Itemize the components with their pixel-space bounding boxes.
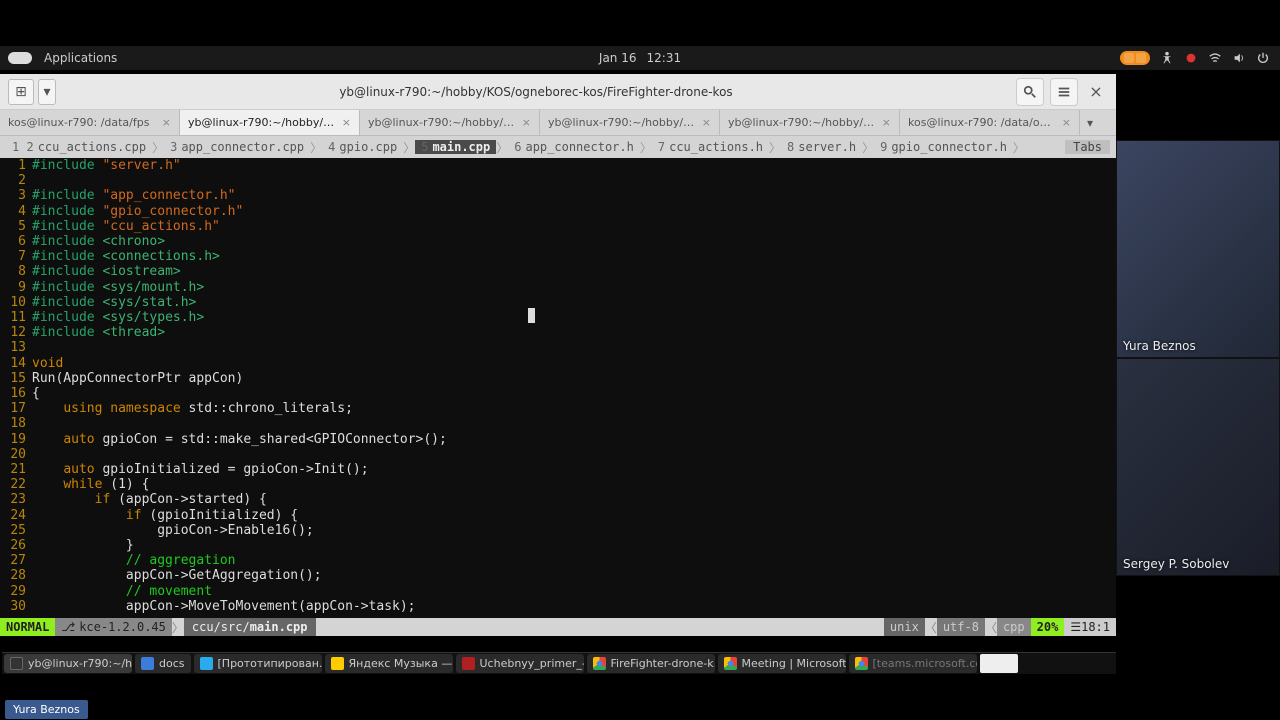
active-speaker-chip: Yura Beznos [5,700,88,719]
close-tab-icon[interactable]: × [522,116,531,129]
tab-menu-button[interactable]: ▾ [38,79,56,105]
code-line: 4#include "gpio_connector.h" [0,204,1116,219]
terminal-tab[interactable]: kos@linux-r790: /data/ogn...× [900,110,1080,135]
code-line: 1#include "server.h" [0,158,1116,173]
search-button[interactable] [1016,78,1044,106]
code-line: 8#include <iostream> [0,264,1116,279]
taskbar-item[interactable]: [teams.microsoft.co... [849,654,977,673]
code-line: 19 auto gpioCon = std::make_shared<GPIOC… [0,432,1116,447]
buffer-tab[interactable]: 9gpio_connector.h [874,140,1013,154]
wifi-icon[interactable] [1208,51,1222,65]
activities-toggle[interactable] [8,52,32,64]
buffer-tab[interactable]: 7ccu_actions.h [652,140,769,154]
code-line: 21 auto gpioInitialized = gpioCon->Init(… [0,462,1116,477]
buffer-tab[interactable]: 3app_connector.cpp [164,140,310,154]
code-line: 14void [0,356,1116,371]
file-path: ccu/src/main.cpp [184,618,316,636]
branch-indicator: ⎇ kce-1.2.0.45 [55,618,172,636]
tabs-label[interactable]: Tabs [1065,140,1110,154]
code-line: 5#include "ccu_actions.h" [0,219,1116,234]
close-tab-icon[interactable]: × [342,116,351,129]
accessibility-icon[interactable] [1160,51,1174,65]
code-line: 24 if (gpioInitialized) { [0,508,1116,523]
encoding: utf-8 [937,618,985,636]
terminal-tab[interactable]: yb@linux-r790:~/hobby/KO...× [180,110,360,135]
record-icon[interactable] [1184,51,1198,65]
code-line: 25 gpioCon->Enable16(); [0,523,1116,538]
taskbar: yb@linux-r790:~/ho...docs[Прототипирован… [2,652,1116,674]
terminal-tab-bar: kos@linux-r790: /data/fps×yb@linux-r790:… [0,110,1116,136]
close-tab-icon[interactable]: × [882,116,891,129]
taskbar-item[interactable]: yb@linux-r790:~/ho... [4,654,132,673]
fileformat: unix [884,618,925,636]
power-icon[interactable] [1256,51,1270,65]
video-participant-2[interactable]: Sergey P. Sobolev [1116,358,1280,576]
buffer-tab[interactable]: 6app_connector.h [508,140,640,154]
code-line: 9#include <sys/mount.h> [0,280,1116,295]
code-line: 7#include <connections.h> [0,249,1116,264]
buffer-tab[interactable]: 5main.cpp [415,140,496,154]
terminal-tab[interactable]: yb@linux-r790:~/hobby/KOS× [720,110,900,135]
vim-statusline: NORMAL ⎇ kce-1.2.0.45 〉 ccu/src/main.cpp… [0,618,1116,636]
taskbar-item[interactable]: docs [135,654,191,673]
taskbar-item[interactable]: Яндекс Музыка — с... [325,654,453,673]
app-indicator[interactable] [1120,51,1150,65]
applications-menu[interactable]: Applications [44,51,117,65]
code-line: 30 appCon->MoveToMovement(appCon->task); [0,599,1116,614]
buffer-tab[interactable]: 8server.h [781,140,862,154]
code-line: 11#include <sys/types.h> [0,310,1116,325]
terminal-tab[interactable]: yb@linux-r790:~/hobby/KO...× [360,110,540,135]
code-line: 3#include "app_connector.h" [0,188,1116,203]
terminal-window: ⊞ ▾ yb@linux-r790:~/hobby/KOS/ogneborec-… [0,74,1116,636]
tab-overflow-button[interactable]: ▾ [1080,110,1100,135]
code-line: 16{ [0,386,1116,401]
taskbar-item[interactable]: [Прототипирован... [194,654,322,673]
code-line: 13 [0,340,1116,355]
buffer-tab[interactable]: 1 2ccu_actions.cpp [6,140,152,154]
code-line: 27 // aggregation [0,553,1116,568]
code-line: 17 using namespace std::chrono_literals; [0,401,1116,416]
window-title: yb@linux-r790:~/hobby/KOS/ogneborec-kos/… [56,85,1016,99]
window-titlebar: ⊞ ▾ yb@linux-r790:~/hobby/KOS/ogneborec-… [0,74,1116,110]
keyboard-layout[interactable] [980,654,1018,673]
clock[interactable]: Jan 16 12:31 [599,51,681,65]
new-tab-button[interactable]: ⊞ [8,79,34,105]
code-line: 15Run(AppConnectorPtr appCon) [0,371,1116,386]
text-cursor [528,308,535,323]
code-line: 10#include <sys/stat.h> [0,295,1116,310]
code-line: 22 while (1) { [0,477,1116,492]
mode-indicator: NORMAL [0,618,55,636]
code-line: 2 [0,173,1116,188]
code-line: 23 if (appCon->started) { [0,492,1116,507]
scroll-percent: 20% [1031,618,1065,636]
taskbar-item[interactable]: Meeting | Microsoft ... [718,654,846,673]
menu-button[interactable] [1050,78,1078,106]
branch-icon: ⎇ [61,620,75,634]
gnome-topbar: Applications Jan 16 12:31 [0,46,1280,70]
editor-pane[interactable]: 1#include "server.h"23#include "app_conn… [0,158,1116,618]
terminal-tab[interactable]: yb@linux-r790:~/hobby/KO...× [540,110,720,135]
terminal-tab[interactable]: kos@linux-r790: /data/fps× [0,110,180,135]
close-button[interactable]: × [1084,80,1108,104]
close-tab-icon[interactable]: × [1062,116,1071,129]
participant-name: Sergey P. Sobolev [1123,557,1229,571]
code-line: 12#include <thread> [0,325,1116,340]
participant-name: Yura Beznos [1123,339,1196,353]
buffer-tab[interactable]: 4gpio.cpp [322,140,403,154]
cursor-position: ☰ 18:1 [1064,618,1116,636]
video-participant-1[interactable]: Yura Beznos [1116,140,1280,358]
close-tab-icon[interactable]: × [162,116,171,129]
filetype: cpp [997,618,1031,636]
code-line: 20 [0,447,1116,462]
code-line: 26 } [0,538,1116,553]
code-line: 18 [0,416,1116,431]
buffer-strip: 1 2ccu_actions.cpp〉3app_connector.cpp〉4g… [0,136,1116,158]
code-line: 28 appCon->GetAggregation(); [0,568,1116,583]
taskbar-item[interactable]: Uchebnyy_primer_-... [456,654,584,673]
code-line: 6#include <chrono> [0,234,1116,249]
taskbar-item[interactable]: FireFighter-drone-k... [587,654,715,673]
volume-icon[interactable] [1232,51,1246,65]
close-tab-icon[interactable]: × [702,116,711,129]
code-line: 29 // movement [0,584,1116,599]
